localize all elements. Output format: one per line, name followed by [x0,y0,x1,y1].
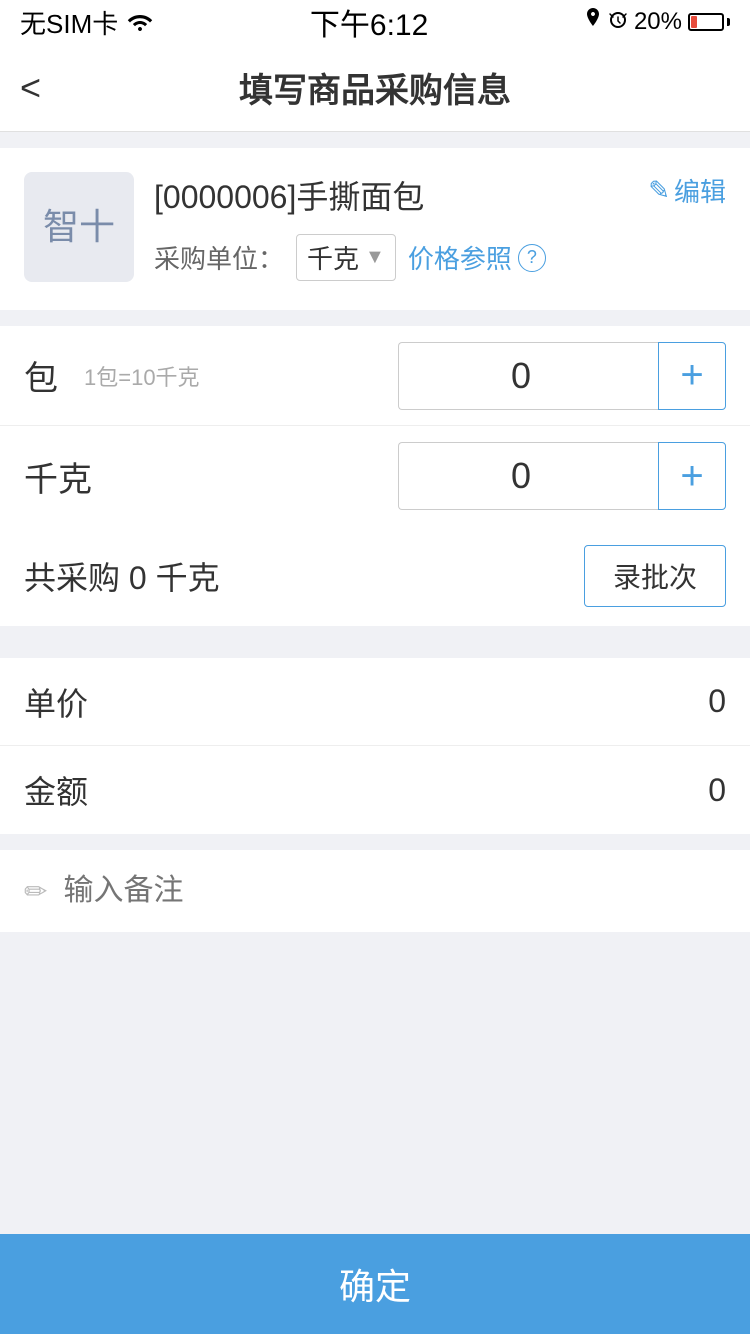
edit-label: 编辑 [674,172,726,209]
price-ref-label: 价格参照 [408,239,512,276]
edit-icon: ✎ [648,175,670,206]
edit-button[interactable]: ✎ 编辑 [648,172,726,209]
price-ref-button[interactable]: 价格参照 ? [408,239,546,276]
amount-label: 金额 [24,767,88,813]
remark-section: ✏ [0,850,750,932]
kg-quantity-input[interactable] [398,442,658,510]
amount-value: 0 [708,772,726,809]
bao-label: 包 [24,351,58,400]
input-row-bao: 包 1包=10千克 + [0,326,750,426]
product-image: 智十 [24,172,134,282]
bao-input-group: + [220,342,726,410]
content-spacer [0,932,750,1234]
bao-plus-button[interactable]: + [658,342,726,410]
back-button[interactable]: < [20,67,41,109]
price-section: 单价 0 金额 0 [0,658,750,834]
product-card: 智十 [0000006]手撕面包 采购单位： 千克 ▼ 价格参照 ? ✎ 编辑 [0,148,750,310]
kg-label: 千克 [24,452,92,501]
pencil-icon: ✏ [24,875,47,908]
unit-value: 千克 [307,239,359,276]
total-label: 共采购 0 千克 [24,553,220,599]
battery-icon [688,13,730,31]
chevron-down-icon: ▼ [365,246,385,269]
status-time: 下午6:12 [310,0,428,44]
unit-price-row: 单价 0 [0,658,750,746]
bao-sublabel: 1包=10千克 [84,360,200,392]
product-unit-row: 采购单位： 千克 ▼ 价格参照 ? [154,234,726,281]
nav-bar: < 填写商品采购信息 [0,44,750,132]
top-divider [0,132,750,148]
kg-input-group: + [112,442,726,510]
page-title: 填写商品采购信息 [239,63,511,112]
amount-row: 金额 0 [0,746,750,834]
status-right: 20% [584,8,730,37]
alarm-icon [608,8,628,36]
batch-button[interactable]: 录批次 [584,545,726,607]
info-icon: ? [518,244,546,272]
status-bar: 无SIM卡 下午6:12 20% [0,0,750,44]
wifi-icon [126,7,154,38]
total-row: 共采购 0 千克 录批次 [0,526,750,626]
bao-quantity-input[interactable] [398,342,658,410]
unit-select[interactable]: 千克 ▼ [296,234,396,281]
middle-divider [0,626,750,642]
unit-price-label: 单价 [24,679,88,725]
kg-plus-button[interactable]: + [658,442,726,510]
input-section: 包 1包=10千克 + 千克 + [0,326,750,526]
unit-price-value: 0 [708,683,726,720]
carrier-text: 无SIM卡 [20,4,118,41]
confirm-button[interactable]: 确定 [0,1234,750,1334]
product-info: [0000006]手撕面包 采购单位： 千克 ▼ 价格参照 ? [154,172,726,281]
product-name: [0000006]手撕面包 [154,172,726,218]
input-row-kg: 千克 + [0,426,750,526]
location-icon [584,8,602,37]
remark-input[interactable] [63,874,726,908]
status-carrier: 无SIM卡 [20,4,154,41]
unit-label: 采购单位： [154,239,284,276]
battery-percent: 20% [634,8,682,36]
product-logo: 智十 [43,209,115,245]
